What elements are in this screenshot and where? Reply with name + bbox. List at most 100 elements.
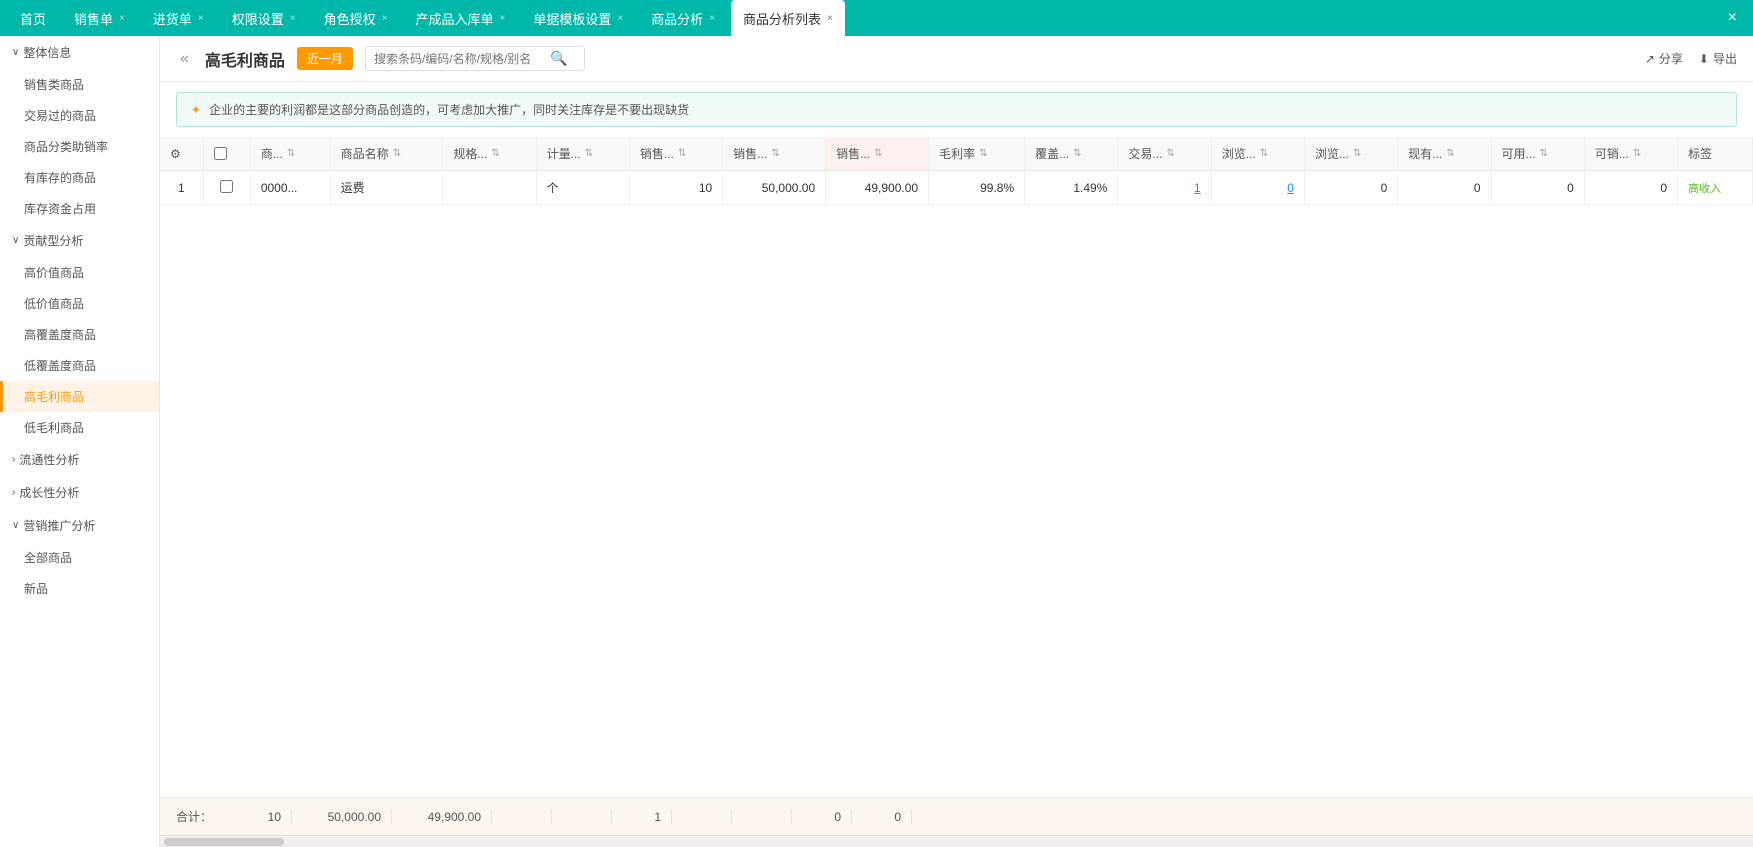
share-label: 分享 bbox=[1659, 50, 1683, 67]
sort-icon: ⇅ bbox=[287, 148, 295, 159]
table-row: 1 0000... 运费 个 10 50,000.00 49,900.00 99… bbox=[160, 171, 1753, 205]
nav-tab-roles[interactable]: 角色授权 × bbox=[312, 0, 400, 36]
footer-col-sales-profit: 49,900.00 bbox=[392, 810, 492, 824]
cell-unit: 个 bbox=[536, 171, 629, 205]
nav-tab-purchase[interactable]: 进货单 × bbox=[141, 0, 216, 36]
search-input[interactable] bbox=[374, 52, 544, 66]
close-icon[interactable]: × bbox=[290, 13, 296, 24]
top-nav: 首页 销售单 × 进货单 × 权限设置 × 角色授权 × 产成品入库单 × 单据… bbox=[0, 0, 1753, 36]
tag-badge: 高收入 bbox=[1688, 183, 1721, 195]
col-unit[interactable]: 计量...⇅ bbox=[536, 137, 629, 171]
sort-icon: ⇅ bbox=[979, 148, 987, 159]
nav-tab-label: 进货单 bbox=[153, 9, 192, 28]
col-views2[interactable]: 浏览... ⇅ bbox=[1304, 137, 1397, 171]
col-check[interactable] bbox=[203, 137, 250, 171]
export-icon: ⬇ bbox=[1699, 52, 1709, 66]
col-gross-margin[interactable]: 毛利率 ⇅ bbox=[929, 137, 1025, 171]
col-label-tag: 标签 bbox=[1688, 145, 1712, 162]
col-name[interactable]: 商品名称⇅ bbox=[330, 137, 443, 171]
col-label-sellable: 可销... bbox=[1595, 145, 1629, 162]
sidebar-collapse-button[interactable]: « bbox=[176, 50, 193, 68]
col-label-views1: 浏览... bbox=[1222, 145, 1256, 162]
close-icon[interactable]: × bbox=[382, 13, 388, 24]
sidebar-item-low-coverage[interactable]: 低覆盖度商品 bbox=[0, 350, 159, 381]
cell-available: 0 bbox=[1491, 171, 1584, 205]
col-available[interactable]: 可用...⇅ bbox=[1491, 137, 1584, 171]
nav-tab-permissions[interactable]: 权限设置 × bbox=[220, 0, 308, 36]
close-icon[interactable]: × bbox=[198, 13, 204, 24]
col-sales-qty[interactable]: 销售...⇅ bbox=[629, 137, 722, 171]
views1-link[interactable]: 0 bbox=[1287, 181, 1294, 195]
close-icon[interactable]: × bbox=[119, 13, 125, 24]
sidebar-group-label: 营销推广分析 bbox=[23, 517, 95, 534]
col-label-current-stock: 现有... bbox=[1408, 145, 1442, 162]
sidebar-group-marketing[interactable]: ∨ 营销推广分析 bbox=[0, 509, 159, 542]
scrollbar-thumb[interactable] bbox=[164, 838, 284, 846]
col-sellable[interactable]: 可销...⇅ bbox=[1584, 137, 1677, 171]
close-icon[interactable]: × bbox=[709, 13, 715, 24]
col-sales-amount[interactable]: 销售...⇅ bbox=[723, 137, 826, 171]
nav-tab-label: 商品分析 bbox=[651, 9, 703, 28]
sidebar-group-overall[interactable]: ∨ 整体信息 bbox=[0, 36, 159, 69]
sidebar-item-high-coverage[interactable]: 高覆盖度商品 bbox=[0, 319, 159, 350]
sort-icon: ⇅ bbox=[1353, 148, 1361, 159]
col-current-stock[interactable]: 现有...⇅ bbox=[1398, 137, 1491, 171]
col-coverage[interactable]: 覆盖...⇅ bbox=[1025, 137, 1118, 171]
export-button[interactable]: ⬇ 导出 bbox=[1699, 50, 1737, 67]
col-label-gross-margin: 毛利率 bbox=[939, 145, 975, 162]
col-label-sales-qty: 销售... bbox=[640, 145, 674, 162]
sidebar-item-high-margin[interactable]: 高毛利商品 bbox=[0, 381, 159, 412]
nav-tab-template[interactable]: 单据模板设置 × bbox=[521, 0, 635, 36]
sidebar-item-in-stock[interactable]: 有库存的商品 bbox=[0, 162, 159, 193]
col-trans-count[interactable]: 交易...⇅ bbox=[1118, 137, 1211, 171]
page-title: 高毛利商品 bbox=[205, 47, 285, 71]
window-close-button[interactable]: × bbox=[1720, 9, 1745, 27]
cell-views1: 0 bbox=[1211, 171, 1304, 205]
sidebar-item-high-value[interactable]: 高价值商品 bbox=[0, 257, 159, 288]
close-icon[interactable]: × bbox=[617, 13, 623, 24]
nav-tab-label: 产成品入库单 bbox=[415, 9, 493, 28]
sidebar-group-growth[interactable]: › 成长性分析 bbox=[0, 476, 159, 509]
cell-spec bbox=[443, 171, 536, 205]
nav-tab-analysis[interactable]: 商品分析 × bbox=[639, 0, 727, 36]
trans-count-link[interactable]: 1 bbox=[1194, 181, 1201, 195]
close-icon[interactable]: × bbox=[499, 13, 505, 24]
nav-tab-label: 单据模板设置 bbox=[533, 9, 611, 28]
col-code[interactable]: 商...⇅ bbox=[250, 137, 330, 171]
sidebar-item-label: 商品分类助销率 bbox=[24, 140, 108, 154]
col-label-views2: 浏览... bbox=[1315, 145, 1349, 162]
filter-recent-month-button[interactable]: 近一月 bbox=[297, 47, 353, 70]
cell-check[interactable] bbox=[203, 171, 250, 205]
sidebar-item-low-value[interactable]: 低价值商品 bbox=[0, 288, 159, 319]
search-icon[interactable]: 🔍 bbox=[550, 50, 567, 67]
col-tag[interactable]: 标签 bbox=[1678, 137, 1753, 171]
nav-tab-inbound[interactable]: 产成品入库单 × bbox=[403, 0, 517, 36]
col-label-spec: 规格... bbox=[453, 145, 487, 162]
nav-tab-label: 首页 bbox=[20, 9, 46, 28]
sidebar-item-low-margin[interactable]: 低毛利商品 bbox=[0, 412, 159, 443]
sidebar-item-stock-fund[interactable]: 库存资金占用 bbox=[0, 193, 159, 224]
cell-gross-margin: 99.8% bbox=[929, 171, 1025, 205]
sidebar-item-sales-goods[interactable]: 销售类商品 bbox=[0, 69, 159, 100]
sidebar-item-all-goods[interactable]: 全部商品 bbox=[0, 542, 159, 573]
row-checkbox[interactable] bbox=[220, 180, 233, 193]
nav-tab-analysis-list[interactable]: 商品分析列表 × bbox=[731, 0, 845, 36]
sidebar-item-category-rate[interactable]: 商品分类助销率 bbox=[0, 131, 159, 162]
sidebar-group-contribution[interactable]: ∨ 贡献型分析 bbox=[0, 224, 159, 257]
col-sales-profit[interactable]: 销售...⇅ bbox=[826, 137, 929, 171]
nav-tab-home[interactable]: 首页 bbox=[8, 0, 58, 36]
horizontal-scrollbar[interactable] bbox=[160, 835, 1753, 847]
sidebar-item-label: 高覆盖度商品 bbox=[24, 328, 96, 342]
sidebar-group-liquidity[interactable]: › 流通性分析 bbox=[0, 443, 159, 476]
col-spec[interactable]: 规格...⇅ bbox=[443, 137, 536, 171]
nav-tab-sales[interactable]: 销售单 × bbox=[62, 0, 137, 36]
cell-name: 运费 bbox=[330, 171, 443, 205]
select-all-checkbox[interactable] bbox=[214, 147, 227, 160]
close-icon[interactable]: × bbox=[827, 13, 833, 24]
sidebar-item-new-goods[interactable]: 新品 bbox=[0, 573, 159, 604]
content-area: « 高毛利商品 近一月 🔍 ↗ 分享 ⬇ 导出 ✦ 企业的主要的利润都是这部 bbox=[160, 36, 1753, 847]
sidebar-item-traded-goods[interactable]: 交易过的商品 bbox=[0, 100, 159, 131]
col-views1[interactable]: 浏览...⇅ bbox=[1211, 137, 1304, 171]
sidebar-item-label: 高价值商品 bbox=[24, 266, 84, 280]
share-button[interactable]: ↗ 分享 bbox=[1645, 50, 1683, 67]
